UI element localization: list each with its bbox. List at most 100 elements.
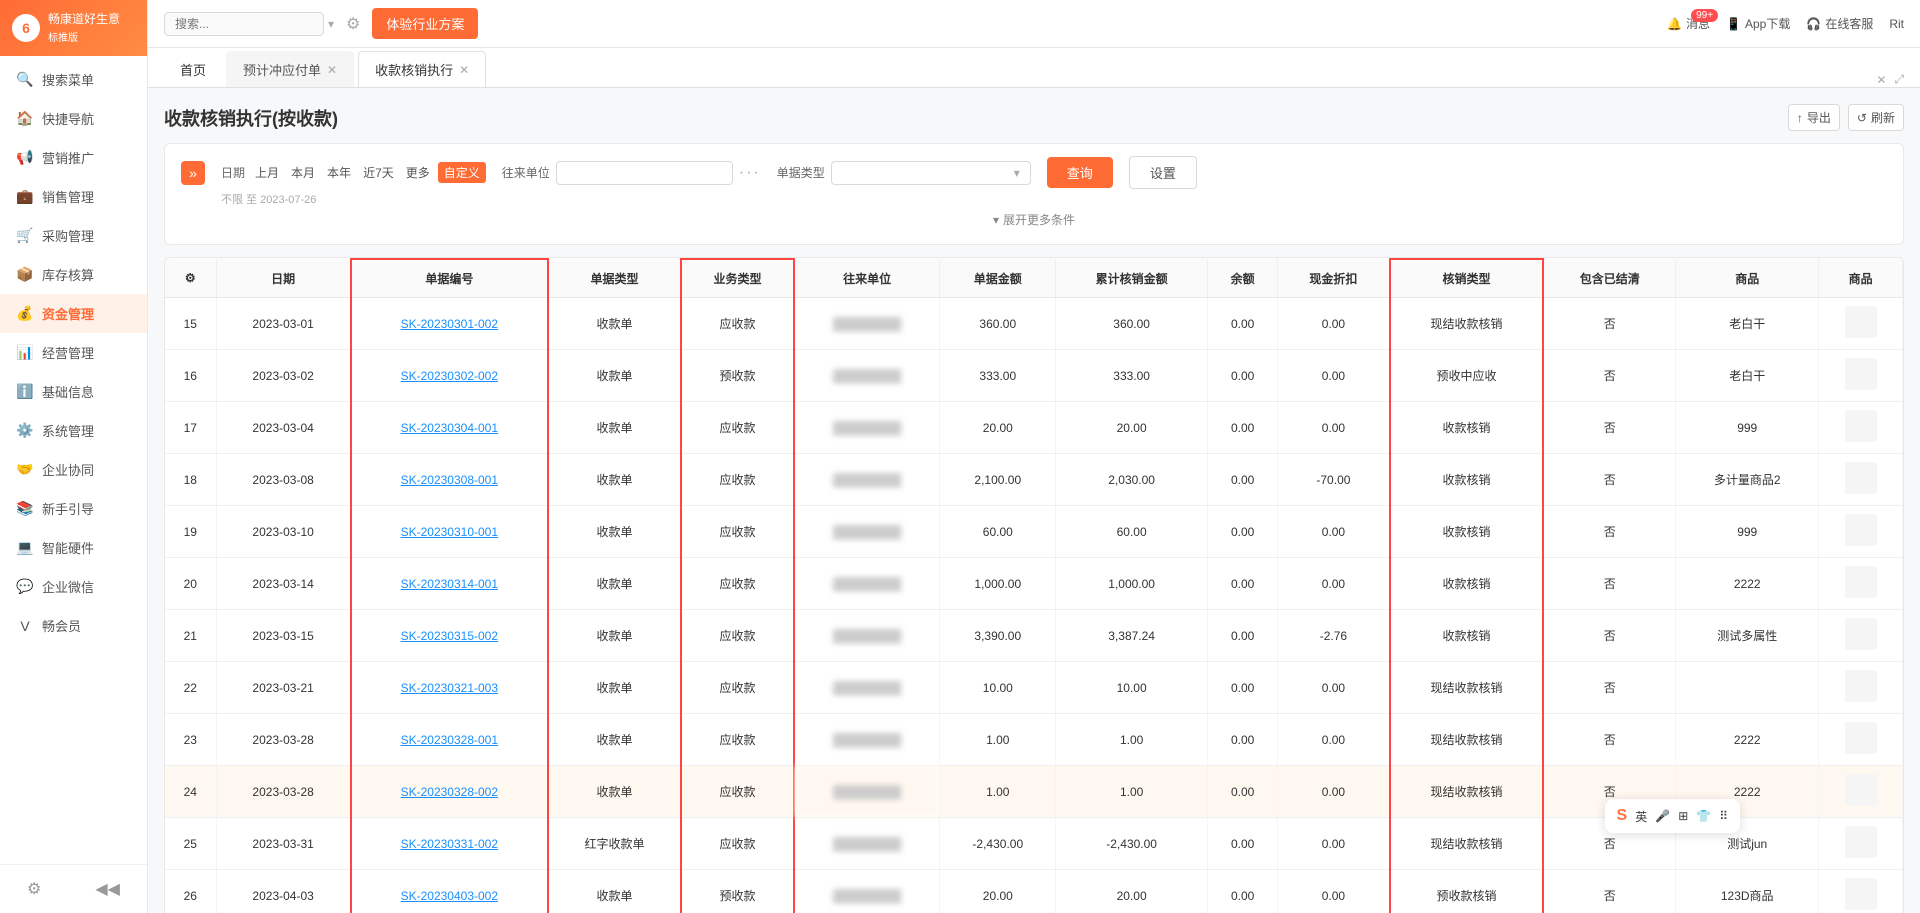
sidebar-item-wechat[interactable]: 💬 企业微信 bbox=[0, 567, 147, 606]
collapse-btn[interactable]: ◀◀ bbox=[89, 873, 126, 905]
search-menu-icon: 🔍 bbox=[16, 71, 34, 88]
sidebar-item-sales[interactable]: 💼 销售管理 bbox=[0, 177, 147, 216]
sidebar-item-member[interactable]: V 畅会员 bbox=[0, 606, 147, 645]
cell-product: 老白干 bbox=[1676, 350, 1819, 402]
filter-row: » 日期 上月 本月 本年 近7天 更多 自定义 往来单位 ··· bbox=[181, 156, 1887, 189]
filter-expand-button[interactable]: » bbox=[181, 161, 205, 185]
filter-more-icon[interactable]: ··· bbox=[739, 164, 761, 182]
sidebar-item-nav[interactable]: 🏠 快捷导航 bbox=[0, 99, 147, 138]
date-shortcut-custom[interactable]: 自定义 bbox=[438, 162, 486, 183]
watermark-apps-icon[interactable]: ⠿ bbox=[1719, 809, 1728, 823]
tab-close-all-icon[interactable]: ✕ bbox=[1876, 73, 1886, 87]
counterpart-input[interactable] bbox=[556, 161, 733, 185]
app-download-button[interactable]: 📱 App下载 bbox=[1726, 15, 1790, 32]
sidebar-item-operations[interactable]: 📊 经营管理 bbox=[0, 333, 147, 372]
user-avatar[interactable]: Rit bbox=[1889, 17, 1904, 31]
col-header-product: 商品 bbox=[1676, 259, 1819, 298]
cell-bill-type: 收款单 bbox=[548, 766, 681, 818]
cell-balance: 0.00 bbox=[1208, 714, 1278, 766]
cell-counterpart: ████████ bbox=[794, 818, 940, 870]
tab-home[interactable]: 首页 bbox=[164, 52, 222, 87]
gear-icon[interactable]: ⚙ bbox=[346, 14, 360, 34]
cell-biz-type: 应收款 bbox=[681, 402, 794, 454]
solution-button[interactable]: 体验行业方案 bbox=[372, 8, 478, 39]
bill-type-select[interactable]: ▾ bbox=[831, 161, 1031, 185]
member-icon: V bbox=[16, 618, 34, 634]
bill-no-link[interactable]: SK-20230310-001 bbox=[401, 525, 498, 539]
settings-btn[interactable]: ⚙ bbox=[21, 873, 47, 905]
cell-bill-type: 收款单 bbox=[548, 402, 681, 454]
app-name: 畅康道好生意 bbox=[48, 12, 120, 28]
cell-product-img bbox=[1819, 506, 1903, 558]
sidebar-item-label: 销售管理 bbox=[42, 187, 94, 206]
cell-cumulative: 333.00 bbox=[1056, 350, 1208, 402]
cell-cumulative: 1.00 bbox=[1056, 714, 1208, 766]
date-shortcut-this-month[interactable]: 本月 bbox=[287, 162, 319, 183]
cell-cancel-type: 现结收款核销 bbox=[1390, 298, 1544, 350]
sidebar-item-purchase[interactable]: 🛒 采购管理 bbox=[0, 216, 147, 255]
col-header-cancel-type: 核销类型 bbox=[1390, 259, 1544, 298]
bill-no-link[interactable]: SK-20230328-001 bbox=[401, 733, 498, 747]
bill-no-link[interactable]: SK-20230301-002 bbox=[401, 317, 498, 331]
tab-payable-label: 预计冲应付单 bbox=[243, 60, 321, 79]
sidebar-item-collab[interactable]: 🤝 企业协同 bbox=[0, 450, 147, 489]
bill-no-link[interactable]: SK-20230302-002 bbox=[401, 369, 498, 383]
bill-no-link[interactable]: SK-20230315-002 bbox=[401, 629, 498, 643]
sidebar-item-label: 营销推广 bbox=[42, 148, 94, 167]
sidebar-item-inventory[interactable]: 📦 库存核算 bbox=[0, 255, 147, 294]
product-thumbnail bbox=[1845, 358, 1877, 390]
bill-no-link[interactable]: SK-20230308-001 bbox=[401, 473, 498, 487]
bill-no-link[interactable]: SK-20230403-002 bbox=[401, 889, 498, 903]
sidebar-item-hardware[interactable]: 💻 智能硬件 bbox=[0, 528, 147, 567]
notice-button[interactable]: 🔔 消息 99+ bbox=[1667, 15, 1710, 32]
sidebar-item-guide[interactable]: 📚 新手引导 bbox=[0, 489, 147, 528]
cell-balance: 0.00 bbox=[1208, 766, 1278, 818]
refresh-button[interactable]: ↺ 刷新 bbox=[1848, 104, 1904, 131]
sidebar-item-search[interactable]: 🔍 搜索菜单 bbox=[0, 60, 147, 99]
sidebar-item-finance[interactable]: 💰 资金管理 bbox=[0, 294, 147, 333]
bill-no-link[interactable]: SK-20230314-001 bbox=[401, 577, 498, 591]
watermark-shirt-icon[interactable]: 👕 bbox=[1696, 809, 1711, 823]
cell-product: 2222 bbox=[1676, 558, 1819, 610]
cell-index: 22 bbox=[165, 662, 216, 714]
product-thumbnail bbox=[1845, 878, 1877, 910]
tab-collection-close-icon[interactable]: ✕ bbox=[459, 63, 469, 77]
page-actions: ↑ 导出 ↺ 刷新 bbox=[1788, 104, 1904, 131]
cell-cumulative: -2,430.00 bbox=[1056, 818, 1208, 870]
sidebar-item-marketing[interactable]: 📢 营销推广 bbox=[0, 138, 147, 177]
setting-button[interactable]: 设置 bbox=[1129, 156, 1197, 189]
topbar-search[interactable] bbox=[164, 12, 324, 36]
cell-product-img bbox=[1819, 766, 1903, 818]
sidebar-item-label: 快捷导航 bbox=[42, 109, 94, 128]
tab-expand-icon[interactable]: ⤢ bbox=[1894, 72, 1904, 87]
cell-counterpart: ████████ bbox=[794, 402, 940, 454]
date-shortcut-this-year[interactable]: 本年 bbox=[323, 162, 355, 183]
watermark-mic-icon[interactable]: 🎤 bbox=[1655, 809, 1670, 823]
bill-no-link[interactable]: SK-20230331-002 bbox=[401, 837, 498, 851]
expand-more-button[interactable]: ▾ 展开更多条件 bbox=[993, 211, 1075, 228]
cell-bill-type: 收款单 bbox=[548, 558, 681, 610]
bill-no-link[interactable]: SK-20230321-003 bbox=[401, 681, 498, 695]
date-shortcuts: 上月 本月 本年 近7天 更多 自定义 bbox=[251, 162, 486, 183]
query-button[interactable]: 查询 bbox=[1047, 157, 1113, 188]
tab-payable[interactable]: 预计冲应付单 ✕ bbox=[226, 51, 354, 87]
bill-no-link[interactable]: SK-20230328-002 bbox=[401, 785, 498, 799]
counterpart-label: 往来单位 bbox=[502, 164, 550, 181]
cell-product bbox=[1676, 662, 1819, 714]
service-button[interactable]: 🎧 在线客服 bbox=[1806, 15, 1873, 32]
tab-collection[interactable]: 收款核销执行 ✕ bbox=[358, 51, 486, 87]
date-shortcut-7days[interactable]: 近7天 bbox=[359, 162, 398, 183]
sidebar-item-system[interactable]: ⚙️ 系统管理 bbox=[0, 411, 147, 450]
export-button[interactable]: ↑ 导出 bbox=[1788, 104, 1840, 131]
date-shortcut-more[interactable]: 更多 bbox=[402, 162, 434, 183]
sidebar-item-basic[interactable]: ℹ️ 基础信息 bbox=[0, 372, 147, 411]
cell-cancel-type: 预收款核销 bbox=[1390, 870, 1544, 913]
cell-index: 26 bbox=[165, 870, 216, 913]
tab-payable-close-icon[interactable]: ✕ bbox=[327, 63, 337, 77]
bill-no-link[interactable]: SK-20230304-001 bbox=[401, 421, 498, 435]
cell-bill-type: 红字收款单 bbox=[548, 818, 681, 870]
date-shortcut-last-month[interactable]: 上月 bbox=[251, 162, 283, 183]
sidebar-item-label: 智能硬件 bbox=[42, 538, 94, 557]
cell-date: 2023-03-01 bbox=[216, 298, 351, 350]
watermark-grid-icon[interactable]: ⊞ bbox=[1678, 809, 1688, 823]
